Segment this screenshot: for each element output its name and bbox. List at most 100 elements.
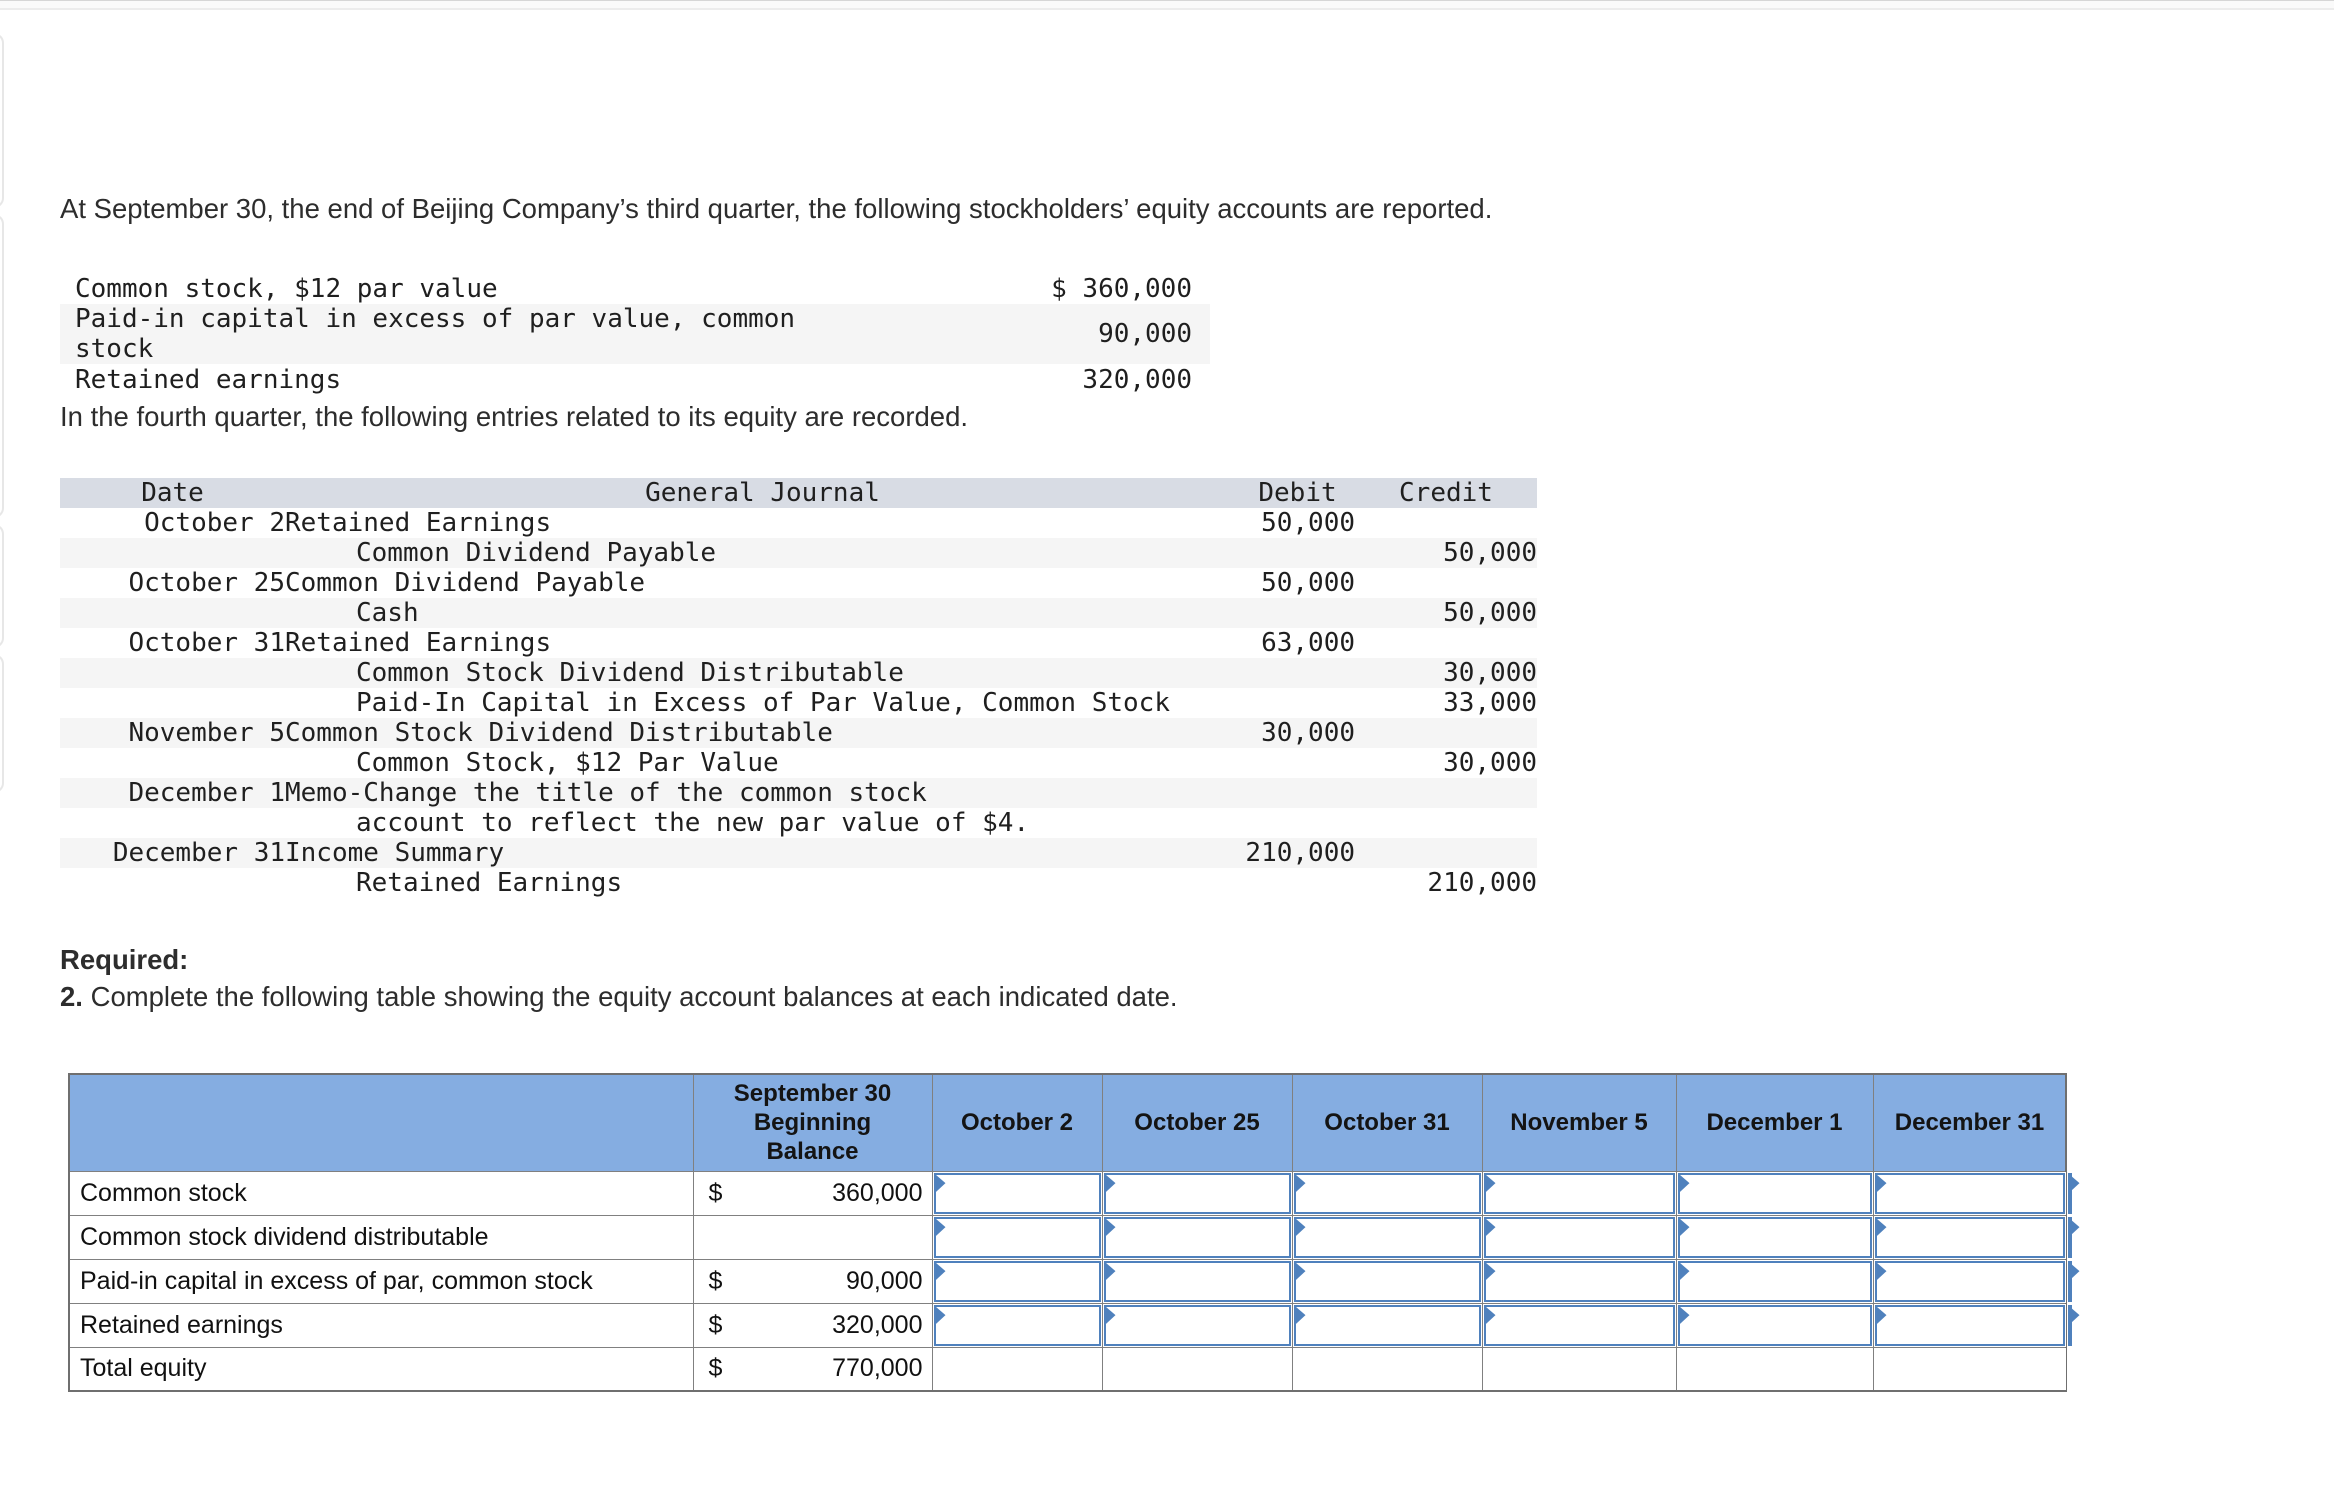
cell-marker-icon (1105, 1218, 1116, 1237)
equity-label: Paid-in capital in excess of par value, … (75, 304, 796, 364)
journal-debit (1240, 748, 1355, 778)
journal-date: November 5 (128, 718, 285, 748)
required-number: 2. (60, 981, 83, 1012)
balance-beginning-cell: $90,000 (692, 1258, 933, 1304)
journal-row: Common Dividend Payable 50,000 (60, 538, 1537, 568)
journal-credit: 30,000 (1443, 658, 1537, 688)
balance-cell (931, 1302, 1103, 1348)
balance-cell (1481, 1258, 1677, 1304)
journal-credit (1355, 628, 1537, 658)
balance-input-r3c4[interactable] (1483, 1260, 1675, 1302)
balance-input-r1c1[interactable] (933, 1172, 1101, 1214)
cell-marker-icon (1105, 1262, 1116, 1281)
balance-input-r1c6[interactable] (1874, 1172, 2065, 1214)
journal-debit (1240, 658, 1355, 688)
balance-input-r2c7[interactable] (2067, 1216, 2080, 1258)
equity-value: 320,000 (1082, 364, 1192, 395)
equity-row: Common stock, $12 par value $ 360,000 (60, 273, 1210, 304)
journal-row: Common Stock Dividend Distributable 30,00… (60, 658, 1537, 688)
balance-row: Common stock $360,000 (68, 1170, 2080, 1216)
cell-marker-icon (935, 1306, 946, 1325)
equity-row: Paid-in capital in excess of par value, … (60, 304, 1210, 364)
balance-input-r2c4[interactable] (1483, 1216, 1675, 1258)
balance-input-r3c6[interactable] (1874, 1260, 2065, 1302)
balance-input-r4c7[interactable] (2067, 1304, 2080, 1346)
balance-cell (1872, 1302, 2067, 1348)
balance-cell (1101, 1302, 1293, 1348)
balance-input-r3c3[interactable] (1293, 1260, 1481, 1302)
balance-col-header: October 31 (1291, 1073, 1483, 1172)
journal-date (60, 598, 285, 628)
journal-row: account to reflect the new par value of … (60, 808, 1537, 838)
balance-input-r4c4[interactable] (1483, 1304, 1675, 1346)
balance-input-r2c6[interactable] (1874, 1216, 2065, 1258)
balance-input-r1c4[interactable] (1483, 1172, 1675, 1214)
balance-input-r3c5[interactable] (1677, 1260, 1872, 1302)
balance-cell (1101, 1214, 1293, 1260)
balance-input-r4c1[interactable] (933, 1304, 1101, 1346)
balance-input-r2c3[interactable] (1293, 1216, 1481, 1258)
panel-edge-line (0, 33, 4, 208)
equity-label: Retained earnings (75, 364, 342, 395)
journal-account: Paid-In Capital in Excess of Par Value, … (356, 688, 1170, 718)
balance-row-label: Common stock (68, 1170, 694, 1216)
balance-cell (1675, 1302, 1874, 1348)
journal-debit: 30,000 (1261, 718, 1355, 748)
beginning-amount: $770,000 (694, 1348, 932, 1391)
journal-account: Common Stock, $12 Par Value (356, 748, 779, 778)
journal-debit: 50,000 (1261, 568, 1355, 598)
panel-edge-line (0, 654, 4, 793)
balance-input-r4c5[interactable] (1677, 1304, 1872, 1346)
balance-input-r4c3[interactable] (1293, 1304, 1481, 1346)
intro-paragraph-2: In the fourth quarter, the following ent… (60, 401, 969, 432)
beginning-amount: $360,000 (694, 1172, 932, 1215)
balance-input-r1c7[interactable] (2067, 1172, 2080, 1214)
journal-account: Cash (356, 598, 419, 628)
journal-credit: 50,000 (1443, 538, 1537, 568)
balance-cell (1481, 1214, 1677, 1260)
balance-cell (1101, 1258, 1293, 1304)
balance-beginning-cell: $320,000 (692, 1302, 933, 1348)
beginning-value: 90,000 (846, 1266, 923, 1295)
journal-credit (1355, 508, 1537, 538)
journal-account: Common Stock Dividend Distributable (356, 658, 904, 688)
balance-input-r1c3[interactable] (1293, 1172, 1481, 1214)
balance-input-r3c2[interactable] (1103, 1260, 1291, 1302)
balance-row: Paid-in capital in excess of par, common… (68, 1258, 2080, 1304)
balance-cell (1291, 1170, 1483, 1216)
cell-marker-icon (1679, 1306, 1690, 1325)
cell-marker-icon (1295, 1306, 1306, 1325)
balance-row-label: Total equity (68, 1346, 694, 1392)
balance-table: September 30 Beginning Balance October 2O… (68, 1073, 2080, 1392)
journal-credit: 33,000 (1443, 688, 1537, 718)
journal-header-row: Date General Journal Debit Credit (60, 478, 1537, 508)
journal-credit: 50,000 (1443, 598, 1537, 628)
cell-marker-icon (2069, 1218, 2080, 1237)
balance-input-r1c5[interactable] (1677, 1172, 1872, 1214)
balance-beginning-cell: $770,000 (692, 1346, 933, 1392)
balance-input-r4c6[interactable] (1874, 1304, 2065, 1346)
balance-input-r3c7[interactable] (2067, 1260, 2080, 1302)
balance-cell (931, 1346, 1103, 1392)
journal-row: October 2 Retained Earnings 50,000 (60, 508, 1537, 538)
balance-input-r2c5[interactable] (1677, 1216, 1872, 1258)
journal-credit (1355, 568, 1537, 598)
balance-input-r1c2[interactable] (1103, 1172, 1291, 1214)
cell-marker-icon (1679, 1174, 1690, 1193)
beginning-amount: $320,000 (694, 1304, 932, 1347)
balance-col-header: December 31 (1872, 1073, 2067, 1172)
journal-account: Retained Earnings (356, 868, 623, 898)
balance-cell (1675, 1258, 1874, 1304)
balance-input-r2c2[interactable] (1103, 1216, 1291, 1258)
journal-date (60, 808, 285, 838)
cell-marker-icon (2069, 1306, 2080, 1325)
balance-input-r4c2[interactable] (1103, 1304, 1291, 1346)
journal-debit (1240, 598, 1355, 628)
balance-cell (1675, 1170, 1874, 1216)
journal-credit (1355, 808, 1537, 838)
balance-input-r3c1[interactable] (933, 1260, 1101, 1302)
balance-input-r2c1[interactable] (933, 1216, 1101, 1258)
journal-debit (1240, 868, 1355, 898)
panel-edge-line (0, 214, 4, 518)
cell-marker-icon (1295, 1174, 1306, 1193)
